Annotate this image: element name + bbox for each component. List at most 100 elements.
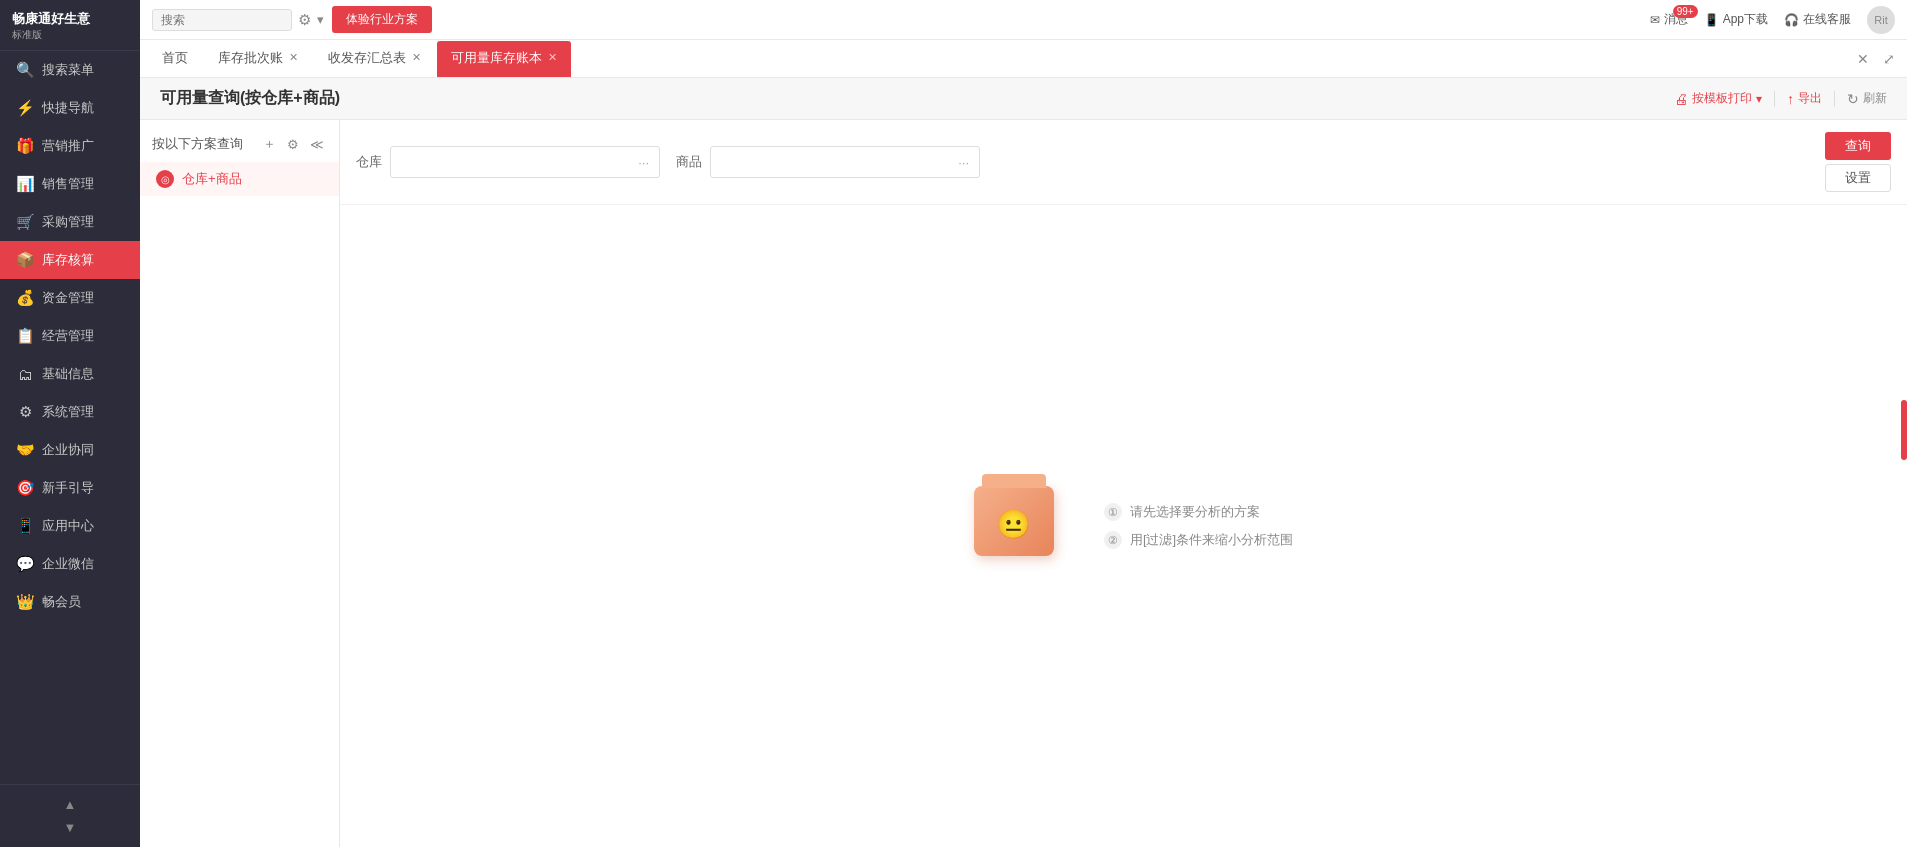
trial-btn[interactable]: 体验行业方案 [332, 6, 432, 33]
sidebar-icon-app-center: 📱 [16, 517, 34, 535]
sidebar-label-search: 搜索菜单 [42, 61, 94, 79]
empty-text: ① 请先选择要分析的方案 ② 用[过滤]条件来缩小分析范围 [1104, 503, 1293, 549]
warehouse-input[interactable]: ··· [390, 146, 660, 178]
tip-text-2: 用[过滤]条件来缩小分析范围 [1130, 531, 1293, 549]
sidebar-icon-purchase-mgmt: 🛒 [16, 213, 34, 231]
tab-close-available-qty[interactable]: ✕ [548, 51, 557, 64]
tab-label-home: 首页 [162, 49, 188, 67]
warehouse-more-icon[interactable]: ··· [638, 155, 649, 170]
sidebar-item-basic-info[interactable]: 🗂 基础信息 [0, 355, 140, 393]
sidebar-item-shortcut[interactable]: ⚡ 快捷导航 [0, 89, 140, 127]
msg-btn[interactable]: ✉ 消息 99+ [1650, 11, 1688, 28]
scheme-item-warehouse-goods[interactable]: ◎ 仓库+商品 [140, 162, 339, 196]
tab-close-inventory-batch[interactable]: ✕ [289, 51, 298, 64]
goods-more-icon[interactable]: ··· [958, 155, 969, 170]
topbar-search-area: ⚙ ▾ [152, 9, 324, 31]
sidebar-icon-sales-mgmt: 📊 [16, 175, 34, 193]
sidebar-item-sys-mgmt[interactable]: ⚙ 系统管理 [0, 393, 140, 431]
left-panel-actions: ＋ ⚙ ≪ [259, 134, 327, 154]
sidebar-icon-shortcut: ⚡ [16, 99, 34, 117]
refresh-btn[interactable]: ↻ 刷新 [1847, 90, 1887, 107]
tab-close-btn[interactable]: ✕ [1853, 47, 1873, 71]
sidebar-item-enterprise-wx[interactable]: 💬 企业微信 [0, 545, 140, 583]
online-service-btn[interactable]: 🎧 在线客服 [1784, 11, 1851, 28]
tab-available-qty[interactable]: 可用量库存账本✕ [437, 41, 571, 77]
sidebar-item-marketing-promo[interactable]: 🎁 营销推广 [0, 127, 140, 165]
sidebar-item-sales-mgmt[interactable]: 📊 销售管理 [0, 165, 140, 203]
sidebar-item-search[interactable]: 🔍 搜索菜单 [0, 51, 140, 89]
right-scrollbar [1901, 400, 1907, 460]
main-content: ⚙ ▾ 体验行业方案 ✉ 消息 99+ 📱 App下载 🎧 在线客服 Rit [140, 0, 1907, 847]
phone-icon: 📱 [1704, 13, 1719, 27]
empty-state: 😐 ① 请先选择要分析的方案 ② 用[过滤]条件来缩小分析范围 [340, 205, 1907, 847]
sidebar-logo-sub: 标准版 [12, 28, 128, 42]
sidebar-item-purchase-mgmt[interactable]: 🛒 采购管理 [0, 203, 140, 241]
msg-badge: 99+ [1673, 5, 1698, 18]
gear-icon[interactable]: ⚙ [298, 11, 311, 29]
sidebar-scroll: 🔍 搜索菜单 ⚡ 快捷导航 🎁 营销推广 📊 销售管理 🛒 采购管理 📦 库存核… [0, 51, 140, 784]
sidebar-label-sales-mgmt: 销售管理 [42, 175, 94, 193]
topbar-dropdown-icon[interactable]: ▾ [317, 12, 324, 27]
app-download-btn[interactable]: 📱 App下载 [1704, 11, 1768, 28]
add-scheme-btn[interactable]: ＋ [259, 134, 279, 154]
edit-scheme-btn[interactable]: ⚙ [283, 134, 303, 154]
print-btn[interactable]: 🖨 按模板打印 ▾ [1674, 90, 1762, 107]
sidebar-icon-finance: 💰 [16, 289, 34, 307]
sidebar-bottom: ▲ ▼ [0, 784, 140, 847]
content-area: 按以下方案查询 ＋ ⚙ ≪ ◎ 仓库+商品 仓库 [140, 120, 1907, 847]
topbar: ⚙ ▾ 体验行业方案 ✉ 消息 99+ 📱 App下载 🎧 在线客服 Rit [140, 0, 1907, 40]
sidebar-label-enterprise: 企业协同 [42, 441, 94, 459]
tab-inventory-batch[interactable]: 库存批次账✕ [204, 41, 312, 77]
scheme-icon-inner: ◎ [161, 174, 170, 185]
right-panel: 仓库 ··· 商品 ··· 查询 设置 [340, 120, 1907, 847]
export-icon: ↑ [1787, 91, 1794, 107]
headset-icon: 🎧 [1784, 13, 1799, 27]
tab-maximize-btn[interactable]: ⤢ [1879, 47, 1899, 71]
sidebar-scroll-up[interactable]: ▲ [0, 793, 140, 816]
sidebar-item-new-guide[interactable]: 🎯 新手引导 [0, 469, 140, 507]
user-avatar[interactable]: Rit [1867, 6, 1895, 34]
sidebar-icon-new-guide: 🎯 [16, 479, 34, 497]
tabs-bar: 首页库存批次账✕收发存汇总表✕可用量库存账本✕ ✕ ⤢ [140, 40, 1907, 78]
empty-illustration: 😐 [954, 466, 1074, 586]
warehouse-label: 仓库 [356, 153, 382, 171]
sidebar-scroll-down[interactable]: ▼ [0, 816, 140, 839]
empty-tip-1: ① 请先选择要分析的方案 [1104, 503, 1293, 521]
sidebar-label-marketing-promo: 营销推广 [42, 137, 94, 155]
goods-input[interactable]: ··· [710, 146, 980, 178]
sidebar-label-new-guide: 新手引导 [42, 479, 94, 497]
sidebar-item-enterprise[interactable]: 🤝 企业协同 [0, 431, 140, 469]
tip-num-2: ② [1104, 531, 1122, 549]
query-btn[interactable]: 查询 [1825, 132, 1891, 160]
sidebar-icon-enterprise-wx: 💬 [16, 555, 34, 573]
left-panel-title: 按以下方案查询 [152, 135, 243, 153]
sidebar-icon-marketing-promo: 🎁 [16, 137, 34, 155]
sidebar-item-ops-mgmt[interactable]: 📋 经营管理 [0, 317, 140, 355]
tab-receive-summary[interactable]: 收发存汇总表✕ [314, 41, 435, 77]
goods-filter: 商品 ··· [676, 146, 980, 178]
sidebar-item-member[interactable]: 👑 畅会员 [0, 583, 140, 621]
empty-box-face: 😐 [996, 508, 1031, 541]
print-dropdown-icon[interactable]: ▾ [1756, 92, 1762, 106]
message-icon: ✉ [1650, 13, 1660, 27]
topbar-search-input[interactable] [152, 9, 292, 31]
sidebar: 畅康通好生意 标准版 🔍 搜索菜单 ⚡ 快捷导航 🎁 营销推广 📊 销售管理 🛒… [0, 0, 140, 847]
tab-home[interactable]: 首页 [148, 41, 202, 77]
sidebar-label-finance: 资金管理 [42, 289, 94, 307]
sidebar-label-purchase-mgmt: 采购管理 [42, 213, 94, 231]
empty-box-icon: 😐 [974, 486, 1054, 556]
tab-close-receive-summary[interactable]: ✕ [412, 51, 421, 64]
sidebar-item-app-center[interactable]: 📱 应用中心 [0, 507, 140, 545]
sidebar-icon-basic-info: 🗂 [16, 365, 34, 383]
tip-text-1: 请先选择要分析的方案 [1130, 503, 1260, 521]
sidebar-item-finance[interactable]: 💰 资金管理 [0, 279, 140, 317]
sidebar-icon-inventory: 📦 [16, 251, 34, 269]
sidebar-item-inventory[interactable]: 📦 库存核算 [0, 241, 140, 279]
divider2 [1834, 91, 1835, 107]
settings-btn[interactable]: 设置 [1825, 164, 1891, 192]
collapse-btn[interactable]: ≪ [307, 134, 327, 154]
export-btn[interactable]: ↑ 导出 [1787, 90, 1822, 107]
sidebar-label-sys-mgmt: 系统管理 [42, 403, 94, 421]
sidebar-label-basic-info: 基础信息 [42, 365, 94, 383]
sidebar-icon-member: 👑 [16, 593, 34, 611]
